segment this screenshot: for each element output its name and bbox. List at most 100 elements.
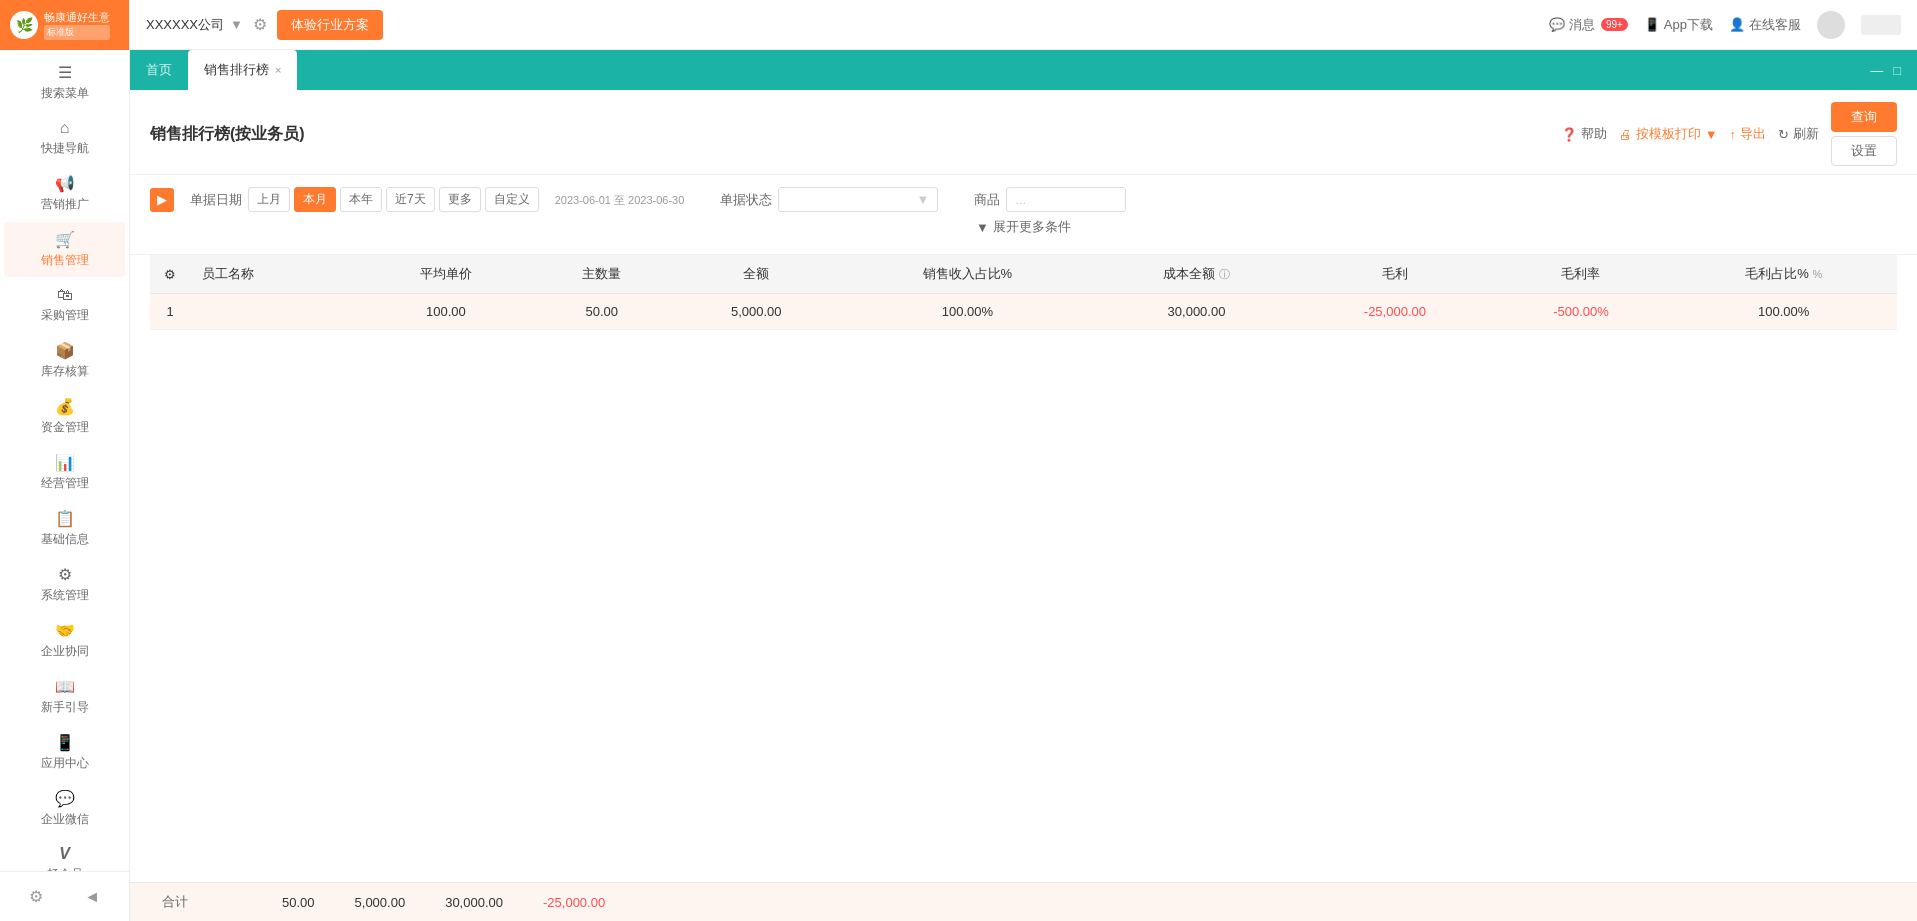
query-btn[interactable]: 查询 <box>1831 102 1897 132</box>
date-range-text: 2023-06-01 至 2023-06-30 <box>555 193 685 208</box>
footer-cost-total: 30,000.00 <box>445 895 503 910</box>
tab-close-icon[interactable]: × <box>275 64 281 76</box>
sidebar-item-label: 搜索菜单 <box>41 85 89 102</box>
footer-total-amount: 5,000.00 <box>355 895 406 910</box>
tab-sales-ranking[interactable]: 销售排行榜 × <box>188 50 297 90</box>
sales-mgmt-icon: 🛒 <box>55 230 75 249</box>
sidebar-item-member[interactable]: V 畅会员 <box>4 837 125 871</box>
sidebar-item-label: 经营管理 <box>41 475 89 492</box>
page-content: 销售排行榜(按业务员) ❓ 帮助 🖨 按模板打印 ▼ ↑ 导出 <box>130 90 1917 921</box>
settings-btn[interactable]: 设置 <box>1831 136 1897 166</box>
date-btn-7days[interactable]: 近7天 <box>386 187 435 212</box>
date-btn-custom[interactable]: 自定义 <box>485 187 539 212</box>
expand-more-btn[interactable]: ▼ 展开更多条件 <box>976 218 1071 236</box>
status-dropdown-icon: ▼ <box>916 192 929 207</box>
date-btn-this-year[interactable]: 本年 <box>340 187 382 212</box>
query-settings-group: 查询 设置 <box>1831 102 1897 166</box>
help-label: 帮助 <box>1581 125 1607 143</box>
sidebar-item-label: 采购管理 <box>41 307 89 324</box>
tab-sales-ranking-label: 销售排行榜 <box>204 61 269 79</box>
sidebar-item-label: 应用中心 <box>41 755 89 772</box>
goods-input[interactable]: ... <box>1006 187 1126 212</box>
help-btn[interactable]: ❓ 帮助 <box>1561 125 1607 143</box>
sidebar-item-label: 企业微信 <box>41 811 89 828</box>
marketing-icon: 📢 <box>55 174 75 193</box>
app-download-icon: 📱 <box>1644 17 1660 32</box>
td-rank: 1 <box>150 294 190 330</box>
online-service-btn[interactable]: 👤 在线客服 <box>1729 16 1801 34</box>
status-select[interactable]: ▼ <box>778 187 938 212</box>
sidebar-item-label: 营销推广 <box>41 196 89 213</box>
gross-pct-info-icon: % <box>1812 268 1822 280</box>
topbar-settings-icon[interactable]: ⚙ <box>253 15 267 34</box>
sidebar-item-app-center[interactable]: 📱 应用中心 <box>4 725 125 780</box>
date-btn-more[interactable]: 更多 <box>439 187 481 212</box>
print-label: 按模板打印 <box>1636 125 1701 143</box>
sidebar-settings-icon[interactable]: ⚙ <box>29 887 43 906</box>
sidebar-item-finance-mgmt[interactable]: 💰 资金管理 <box>4 389 125 444</box>
export-label: 导出 <box>1740 125 1766 143</box>
th-cost-total: 成本全额 ⓘ <box>1095 255 1298 294</box>
goods-filter-label: 商品 <box>974 191 1000 209</box>
app-download-btn[interactable]: 📱 App下载 <box>1644 16 1713 34</box>
sidebar-item-guide[interactable]: 📖 新手引导 <box>4 669 125 724</box>
sidebar-item-basic-info[interactable]: 📋 基础信息 <box>4 501 125 556</box>
th-employee: 员工名称 <box>190 255 361 294</box>
filter-toggle-btn[interactable]: ▶ <box>150 188 174 212</box>
sidebar-item-sys-mgmt[interactable]: ⚙ 系统管理 <box>4 557 125 612</box>
sidebar-collapse-icon[interactable]: ◄ <box>84 888 100 906</box>
logo-brand-name: 畅康通好生意 <box>44 10 110 24</box>
print-btn[interactable]: 🖨 按模板打印 ▼ <box>1619 125 1718 143</box>
tabbar-right: — □ <box>1870 63 1917 78</box>
sidebar-item-label: 库存核算 <box>41 363 89 380</box>
logo-tag: 标准版 <box>44 25 110 40</box>
page-actions: ❓ 帮助 🖨 按模板打印 ▼ ↑ 导出 ↻ 刷新 <box>1561 102 1897 166</box>
user-avatar[interactable] <box>1817 11 1845 39</box>
messages-btn[interactable]: 💬 消息 99+ <box>1549 16 1628 34</box>
td-cost-total: 30,000.00 <box>1095 294 1298 330</box>
th-settings[interactable]: ⚙ <box>150 255 190 294</box>
th-total-amount: 全额 <box>673 255 840 294</box>
sidebar-item-purchase-mgmt[interactable]: 🛍 采购管理 <box>4 278 125 332</box>
footer-gross-profit-item: -25,000.00 <box>543 895 605 910</box>
tab-home[interactable]: 首页 <box>130 50 188 90</box>
page-inner: 销售排行榜(按业务员) ❓ 帮助 🖨 按模板打印 ▼ ↑ 导出 <box>130 90 1917 921</box>
inventory-icon: 📦 <box>55 341 75 360</box>
sidebar-item-marketing[interactable]: 📢 营销推广 <box>4 166 125 221</box>
footer-total-amount-item: 5,000.00 <box>355 895 406 910</box>
date-btn-last-month[interactable]: 上月 <box>248 187 290 212</box>
refresh-btn[interactable]: ↻ 刷新 <box>1778 125 1819 143</box>
tab-maximize-icon[interactable]: □ <box>1893 63 1901 78</box>
filter-status-item: 单据状态 ▼ <box>720 187 938 212</box>
td-employee <box>190 294 361 330</box>
footer-cost-total-item: 30,000.00 <box>445 895 503 910</box>
app-center-icon: 📱 <box>55 733 75 752</box>
table-footer: 合计 50.00 5,000.00 30,000.00 -25,000.00 <box>130 882 1917 921</box>
td-avg-price: 100.00 <box>361 294 532 330</box>
sidebar-item-sales-mgmt[interactable]: 🛒 销售管理 <box>4 222 125 277</box>
th-main-qty: 主数量 <box>531 255 672 294</box>
search-order-icon: ☰ <box>58 63 72 82</box>
table-header-row: ⚙ 员工名称 平均单价 主数量 <box>150 255 1897 294</box>
sidebar-item-inventory-check[interactable]: 📦 库存核算 <box>4 333 125 388</box>
sidebar-item-quick-nav[interactable]: ⌂ 快捷导航 <box>4 111 125 165</box>
ops-icon: 📊 <box>55 453 75 472</box>
footer-gross-profit: -25,000.00 <box>543 895 605 910</box>
sidebar-item-enterprise-wechat[interactable]: 💬 企业微信 <box>4 781 125 836</box>
company-dropdown-icon: ▼ <box>230 17 243 32</box>
industry-btn[interactable]: 体验行业方案 <box>277 10 383 40</box>
print-icon: 🖨 <box>1619 127 1632 142</box>
sidebar-item-enterprise-collab[interactable]: 🤝 企业协同 <box>4 613 125 668</box>
filter-date-item: 单据日期 上月 本月 本年 近7天 更多 自定义 <box>190 187 539 212</box>
sidebar-item-search-order[interactable]: ☰ 搜索菜单 <box>4 55 125 110</box>
sidebar-item-label: 快捷导航 <box>41 140 89 157</box>
date-btn-this-month[interactable]: 本月 <box>294 187 336 212</box>
main-area: XXXXXX公司 ▼ ⚙ 体验行业方案 💬 消息 99+ 📱 App下载 👤 在… <box>130 0 1917 921</box>
sidebar-item-ops-mgmt[interactable]: 📊 经营管理 <box>4 445 125 500</box>
messages-label: 消息 <box>1569 16 1595 34</box>
sidebar-logo: 🌿 畅康通好生意 标准版 <box>0 0 129 50</box>
export-btn[interactable]: ↑ 导出 <box>1730 125 1767 143</box>
company-selector[interactable]: XXXXXX公司 ▼ <box>146 16 243 34</box>
tab-minimize-icon[interactable]: — <box>1870 63 1883 78</box>
sidebar-nav: ☰ 搜索菜单 ⌂ 快捷导航 📢 营销推广 🛒 销售管理 🛍 采购管理 📦 库存核… <box>0 50 129 871</box>
